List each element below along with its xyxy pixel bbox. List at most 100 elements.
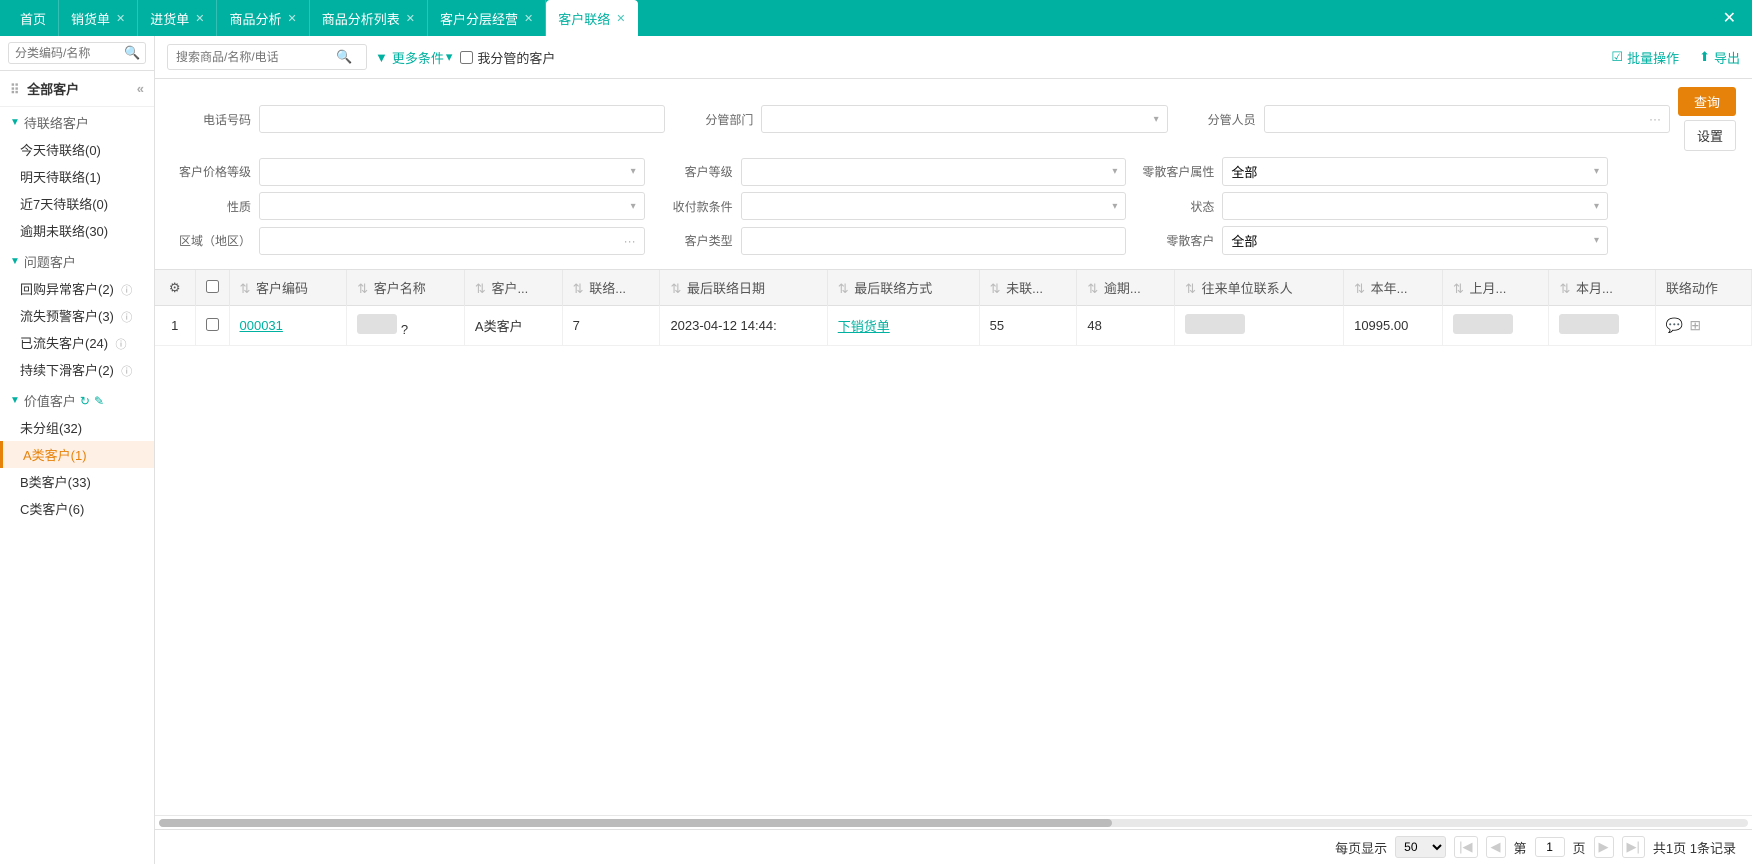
close-window-button[interactable]: ✕	[1715, 8, 1744, 28]
sidebar-item-churned[interactable]: 已流失客户(24) ⓘ	[0, 329, 154, 356]
gear-icon[interactable]: ⚙	[169, 280, 181, 295]
last-month-column-header[interactable]: ⇅ 上月...	[1442, 270, 1548, 306]
select-all-checkbox[interactable]	[206, 280, 219, 293]
refresh-icon[interactable]: ↻	[80, 394, 90, 408]
sidebar-section-title-value[interactable]: ▼ 价值客户 ↻ ✎	[0, 387, 154, 414]
nav-customer-contact[interactable]: 客户联络 ✕	[546, 0, 638, 36]
scroll-thumb[interactable]	[159, 819, 1112, 827]
info-icon-3: ⓘ	[115, 339, 126, 351]
prev-page-button[interactable]: ◀	[1486, 836, 1506, 858]
last-date-cell: 2023-04-12 14:44:	[660, 306, 827, 346]
sidebar-item-overdue[interactable]: 逾期未联络(30)	[0, 217, 154, 244]
code-column-header[interactable]: ⇅ 客户编码	[229, 270, 347, 306]
manager-filter: 分管人员 ···	[1176, 105, 1670, 133]
sidebar-search-icon[interactable]: 🔍	[124, 45, 140, 61]
sidebar-all-customers[interactable]: ⠿ 全部客户 «	[0, 71, 154, 107]
comment-action-icon[interactable]: 💬	[1666, 317, 1683, 334]
nature-select[interactable]: ▾	[259, 192, 645, 220]
this-year-column-header[interactable]: ⇅ 本年...	[1344, 270, 1443, 306]
all-customers-label: ⠿ 全部客户	[10, 79, 79, 98]
sidebar-item-today[interactable]: 今天待联络(0)	[0, 136, 154, 163]
next-page-button[interactable]: ▶	[1594, 836, 1614, 858]
status-select[interactable]: ▾	[1222, 192, 1608, 220]
manager-select[interactable]: ···	[1264, 105, 1670, 133]
more-filters-button[interactable]: ▼ 更多条件 ▾	[375, 48, 452, 67]
region-select[interactable]: ···	[259, 227, 645, 255]
sort-icon-2: ⇅	[357, 281, 368, 296]
phone-label: 电话号码	[171, 111, 251, 128]
first-page-button[interactable]: |◀	[1454, 836, 1477, 858]
close-customer-stratify[interactable]: ✕	[524, 12, 533, 25]
dept-filter: 分管部门 ▾	[673, 105, 1167, 133]
customer-code-link[interactable]: 000031	[240, 318, 283, 333]
phone-input[interactable]	[259, 105, 665, 133]
nav-purchase-order[interactable]: 进货单 ✕	[138, 0, 217, 36]
close-purchase-order[interactable]: ✕	[195, 12, 204, 25]
export-button[interactable]: ⬆ 导出	[1699, 48, 1740, 67]
page-number-input[interactable]	[1535, 837, 1565, 857]
dept-select[interactable]: ▾	[761, 105, 1167, 133]
last-date-column-header[interactable]: ⇅ 最后联络日期	[660, 270, 827, 306]
data-table-container: ⚙ ⇅ 客户编码 ⇅ 客户名称	[155, 270, 1752, 815]
chevron-down-icon-grade: ▾	[1112, 166, 1117, 177]
status-label: 状态	[1134, 198, 1214, 215]
this-month-column-header[interactable]: ⇅ 本月...	[1549, 270, 1655, 306]
customer-grade-filter: 客户等级 ▾	[653, 158, 1127, 186]
action-column-header: 联络动作	[1655, 270, 1751, 306]
sidebar-item-tomorrow[interactable]: 明天待联络(1)	[0, 163, 154, 190]
close-product-analysis-list[interactable]: ✕	[406, 12, 415, 25]
close-product-analysis[interactable]: ✕	[288, 12, 297, 25]
nav-sales-order[interactable]: 销货单 ✕	[59, 0, 138, 36]
search-submit-icon[interactable]: 🔍	[336, 49, 352, 65]
region-label: 区域（地区）	[171, 232, 251, 249]
sidebar-item-7days[interactable]: 近7天待联络(0)	[0, 190, 154, 217]
sidebar-section-title-pending[interactable]: ▼ 待联络客户	[0, 109, 154, 136]
contact-column-header[interactable]: ⇅ 联络...	[562, 270, 660, 306]
bulk-operation-button[interactable]: ☑ 批量操作	[1611, 48, 1679, 67]
pagination-bar: 每页显示 50 100 200 |◀ ◀ 第 页 ▶ ▶| 共1页 1条记录	[155, 829, 1752, 864]
horizontal-scrollbar[interactable]	[155, 815, 1752, 829]
sidebar-item-declining[interactable]: 持续下滑客户(2) ⓘ	[0, 356, 154, 383]
query-button[interactable]: 查询	[1678, 87, 1736, 116]
sidebar-item-a-class[interactable]: A类客户(1)	[0, 441, 154, 468]
overdue-column-header[interactable]: ⇅ 逾期...	[1077, 270, 1175, 306]
customer-type-input[interactable]	[741, 227, 1127, 255]
per-page-select[interactable]: 50 100 200	[1395, 836, 1446, 858]
sidebar-item-b-class[interactable]: B类客户(33)	[0, 468, 154, 495]
nav-product-analysis[interactable]: 商品分析 ✕	[217, 0, 309, 36]
customer-grade-select[interactable]: ▾	[741, 158, 1127, 186]
close-customer-contact[interactable]: ✕	[616, 12, 625, 25]
sidebar-item-repurchase-abnormal[interactable]: 回购异常客户(2) ⓘ	[0, 275, 154, 302]
name-column-header[interactable]: ⇅ 客户名称	[347, 270, 465, 306]
close-sales-order[interactable]: ✕	[116, 12, 125, 25]
person-column-header[interactable]: ⇅ 往来单位联系人	[1175, 270, 1344, 306]
edit-icon[interactable]: ✎	[94, 394, 104, 408]
my-customers-checkbox[interactable]	[460, 51, 473, 64]
scattered-attr-select[interactable]: 全部 ▾	[1222, 157, 1608, 186]
sidebar-collapse-icon[interactable]: «	[137, 81, 144, 96]
search-input[interactable]	[176, 50, 336, 64]
chevron-down-icon-price: ▾	[631, 166, 636, 177]
nav-home[interactable]: 首页	[8, 0, 59, 36]
nav-product-analysis-list[interactable]: 商品分析列表 ✕	[310, 0, 428, 36]
settings-button[interactable]: 设置	[1684, 120, 1736, 151]
sort-icon-6: ⇅	[838, 281, 849, 296]
phone-filter: 电话号码	[171, 105, 665, 133]
gear-column-header[interactable]: ⚙	[155, 270, 195, 306]
row-checkbox[interactable]	[206, 318, 219, 331]
last-method-link[interactable]: 下销货单	[838, 319, 890, 334]
sidebar-item-c-class[interactable]: C类客户(6)	[0, 495, 154, 522]
scattered-customer-select[interactable]: 全部 ▾	[1222, 226, 1608, 255]
price-grade-select[interactable]: ▾	[259, 158, 645, 186]
type-column-header[interactable]: ⇅ 客户...	[464, 270, 562, 306]
sidebar-item-ungrouped[interactable]: 未分组(32)	[0, 414, 154, 441]
last-method-column-header[interactable]: ⇅ 最后联络方式	[827, 270, 979, 306]
grid-action-icon[interactable]: ⊞	[1689, 317, 1701, 334]
action-cell: 💬 ⊞	[1655, 306, 1751, 346]
sidebar-item-churn-warning[interactable]: 流失预警客户(3) ⓘ	[0, 302, 154, 329]
payment-select[interactable]: ▾	[741, 192, 1127, 220]
nav-customer-stratify[interactable]: 客户分层经营 ✕	[428, 0, 546, 36]
last-page-button[interactable]: ▶|	[1622, 836, 1645, 858]
sidebar-section-title-problem[interactable]: ▼ 问题客户	[0, 248, 154, 275]
uncontacted-column-header[interactable]: ⇅ 未联...	[979, 270, 1077, 306]
